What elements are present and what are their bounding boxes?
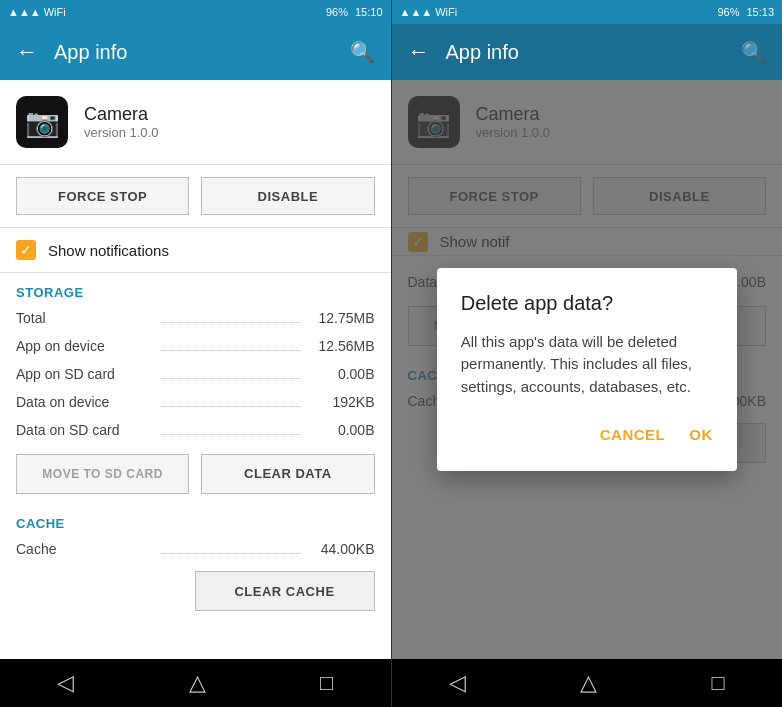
notification-checkbox[interactable]: ✓: [16, 240, 36, 260]
right-signal-icon: ▲▲▲: [400, 6, 433, 18]
search-icon[interactable]: 🔍: [350, 40, 375, 64]
storage-section-header: STORAGE: [0, 273, 391, 304]
time-text: 15:10: [355, 6, 383, 18]
left-status-bar: ▲▲▲ WiFi 96% 15:10: [0, 0, 391, 24]
app-version: version 1.0.0: [84, 125, 158, 140]
app-info-row: 📷 Camera version 1.0.0: [0, 80, 391, 165]
right-bottom-nav: ◁ △ □: [392, 659, 783, 707]
delete-app-data-dialog: Delete app data? All this app's data wil…: [437, 268, 737, 472]
page-title: App info: [54, 41, 334, 64]
dots-data-device: [160, 397, 300, 407]
storage-label-total: Total: [16, 310, 156, 326]
storage-label-data-device: Data on device: [16, 394, 156, 410]
dialog-ok-button[interactable]: OK: [689, 422, 713, 447]
battery-text: 96%: [326, 6, 348, 18]
force-stop-button[interactable]: FORCE STOP: [16, 177, 189, 215]
storage-value-total: 12.75MB: [305, 310, 375, 326]
signal-icon: ▲▲▲: [8, 6, 41, 18]
right-search-icon[interactable]: 🔍: [741, 40, 766, 64]
cache-section-header: CACHE: [0, 504, 391, 535]
left-panel: ▲▲▲ WiFi 96% 15:10 ← App info 🔍 📷 Camera…: [0, 0, 391, 707]
right-nav-home-icon[interactable]: △: [580, 670, 597, 696]
right-header: ← App info 🔍: [392, 24, 783, 80]
cache-value: 44.00KB: [305, 541, 375, 557]
dots-app-device: [160, 341, 300, 351]
dialog-buttons: CANCEL OK: [461, 422, 713, 447]
cache-label: Cache: [16, 541, 156, 557]
dots-total: [160, 313, 300, 323]
dots-app-sd: [160, 369, 300, 379]
right-status-bar: ▲▲▲ WiFi 96% 15:13: [392, 0, 783, 24]
dialog-cancel-button[interactable]: CANCEL: [600, 422, 666, 447]
action-buttons-row: FORCE STOP DISABLE: [0, 165, 391, 228]
right-wifi-icon: WiFi: [435, 6, 457, 18]
storage-label-app-sd: App on SD card: [16, 366, 156, 382]
storage-action-buttons: MOVE TO SD CARD CLEAR DATA: [0, 444, 391, 504]
dots-cache: [160, 544, 300, 554]
storage-row-app-device: App on device 12.56MB: [0, 332, 391, 360]
nav-back-icon[interactable]: ◁: [57, 670, 74, 696]
right-battery-text: 96%: [717, 6, 739, 18]
dialog-overlay: Delete app data? All this app's data wil…: [392, 80, 783, 659]
storage-row-data-device: Data on device 192KB: [0, 388, 391, 416]
right-time-text: 15:13: [746, 6, 774, 18]
storage-row-app-sd: App on SD card 0.00B: [0, 360, 391, 388]
left-status-right: 96% 15:10: [326, 6, 383, 18]
app-name: Camera: [84, 104, 158, 125]
disable-button[interactable]: DISABLE: [201, 177, 374, 215]
right-status-right: 96% 15:13: [717, 6, 774, 18]
storage-value-app-sd: 0.00B: [305, 366, 375, 382]
right-nav-back-icon[interactable]: ◁: [449, 670, 466, 696]
dialog-title: Delete app data?: [461, 292, 713, 315]
storage-value-data-sd: 0.00B: [305, 422, 375, 438]
notification-row: ✓ Show notifications: [0, 228, 391, 273]
dots-data-sd: [160, 425, 300, 435]
dialog-message: All this app's data will be deleted perm…: [461, 331, 713, 399]
notification-label: Show notifications: [48, 242, 169, 259]
right-content: 📷 Camera version 1.0.0 FORCE STOP DISABL…: [392, 80, 783, 659]
storage-row-total: Total 12.75MB: [0, 304, 391, 332]
left-content: 📷 Camera version 1.0.0 FORCE STOP DISABL…: [0, 80, 391, 659]
storage-label-app-device: App on device: [16, 338, 156, 354]
left-bottom-nav: ◁ △ □: [0, 659, 391, 707]
storage-label-data-sd: Data on SD card: [16, 422, 156, 438]
right-panel: ▲▲▲ WiFi 96% 15:13 ← App info 🔍 📷 Camera…: [392, 0, 783, 707]
right-status-icons: ▲▲▲ WiFi: [400, 6, 718, 18]
nav-home-icon[interactable]: △: [189, 670, 206, 696]
wifi-icon: WiFi: [44, 6, 66, 18]
cache-row: Cache 44.00KB: [0, 535, 391, 563]
clear-data-button[interactable]: CLEAR DATA: [201, 454, 374, 494]
storage-value-app-device: 12.56MB: [305, 338, 375, 354]
storage-value-data-device: 192KB: [305, 394, 375, 410]
left-status-icons: ▲▲▲ WiFi: [8, 6, 326, 18]
right-nav-recent-icon[interactable]: □: [711, 670, 724, 696]
nav-recent-icon[interactable]: □: [320, 670, 333, 696]
app-icon: 📷: [16, 96, 68, 148]
storage-row-data-sd: Data on SD card 0.00B: [0, 416, 391, 444]
app-details: Camera version 1.0.0: [84, 104, 158, 140]
back-button[interactable]: ←: [16, 39, 38, 65]
move-to-sd-button[interactable]: MOVE TO SD CARD: [16, 454, 189, 494]
left-header: ← App info 🔍: [0, 24, 391, 80]
right-page-title: App info: [446, 41, 726, 64]
clear-cache-button[interactable]: CLEAR CACHE: [195, 571, 375, 611]
clear-cache-row: CLEAR CACHE: [0, 563, 391, 619]
right-back-button[interactable]: ←: [408, 39, 430, 65]
